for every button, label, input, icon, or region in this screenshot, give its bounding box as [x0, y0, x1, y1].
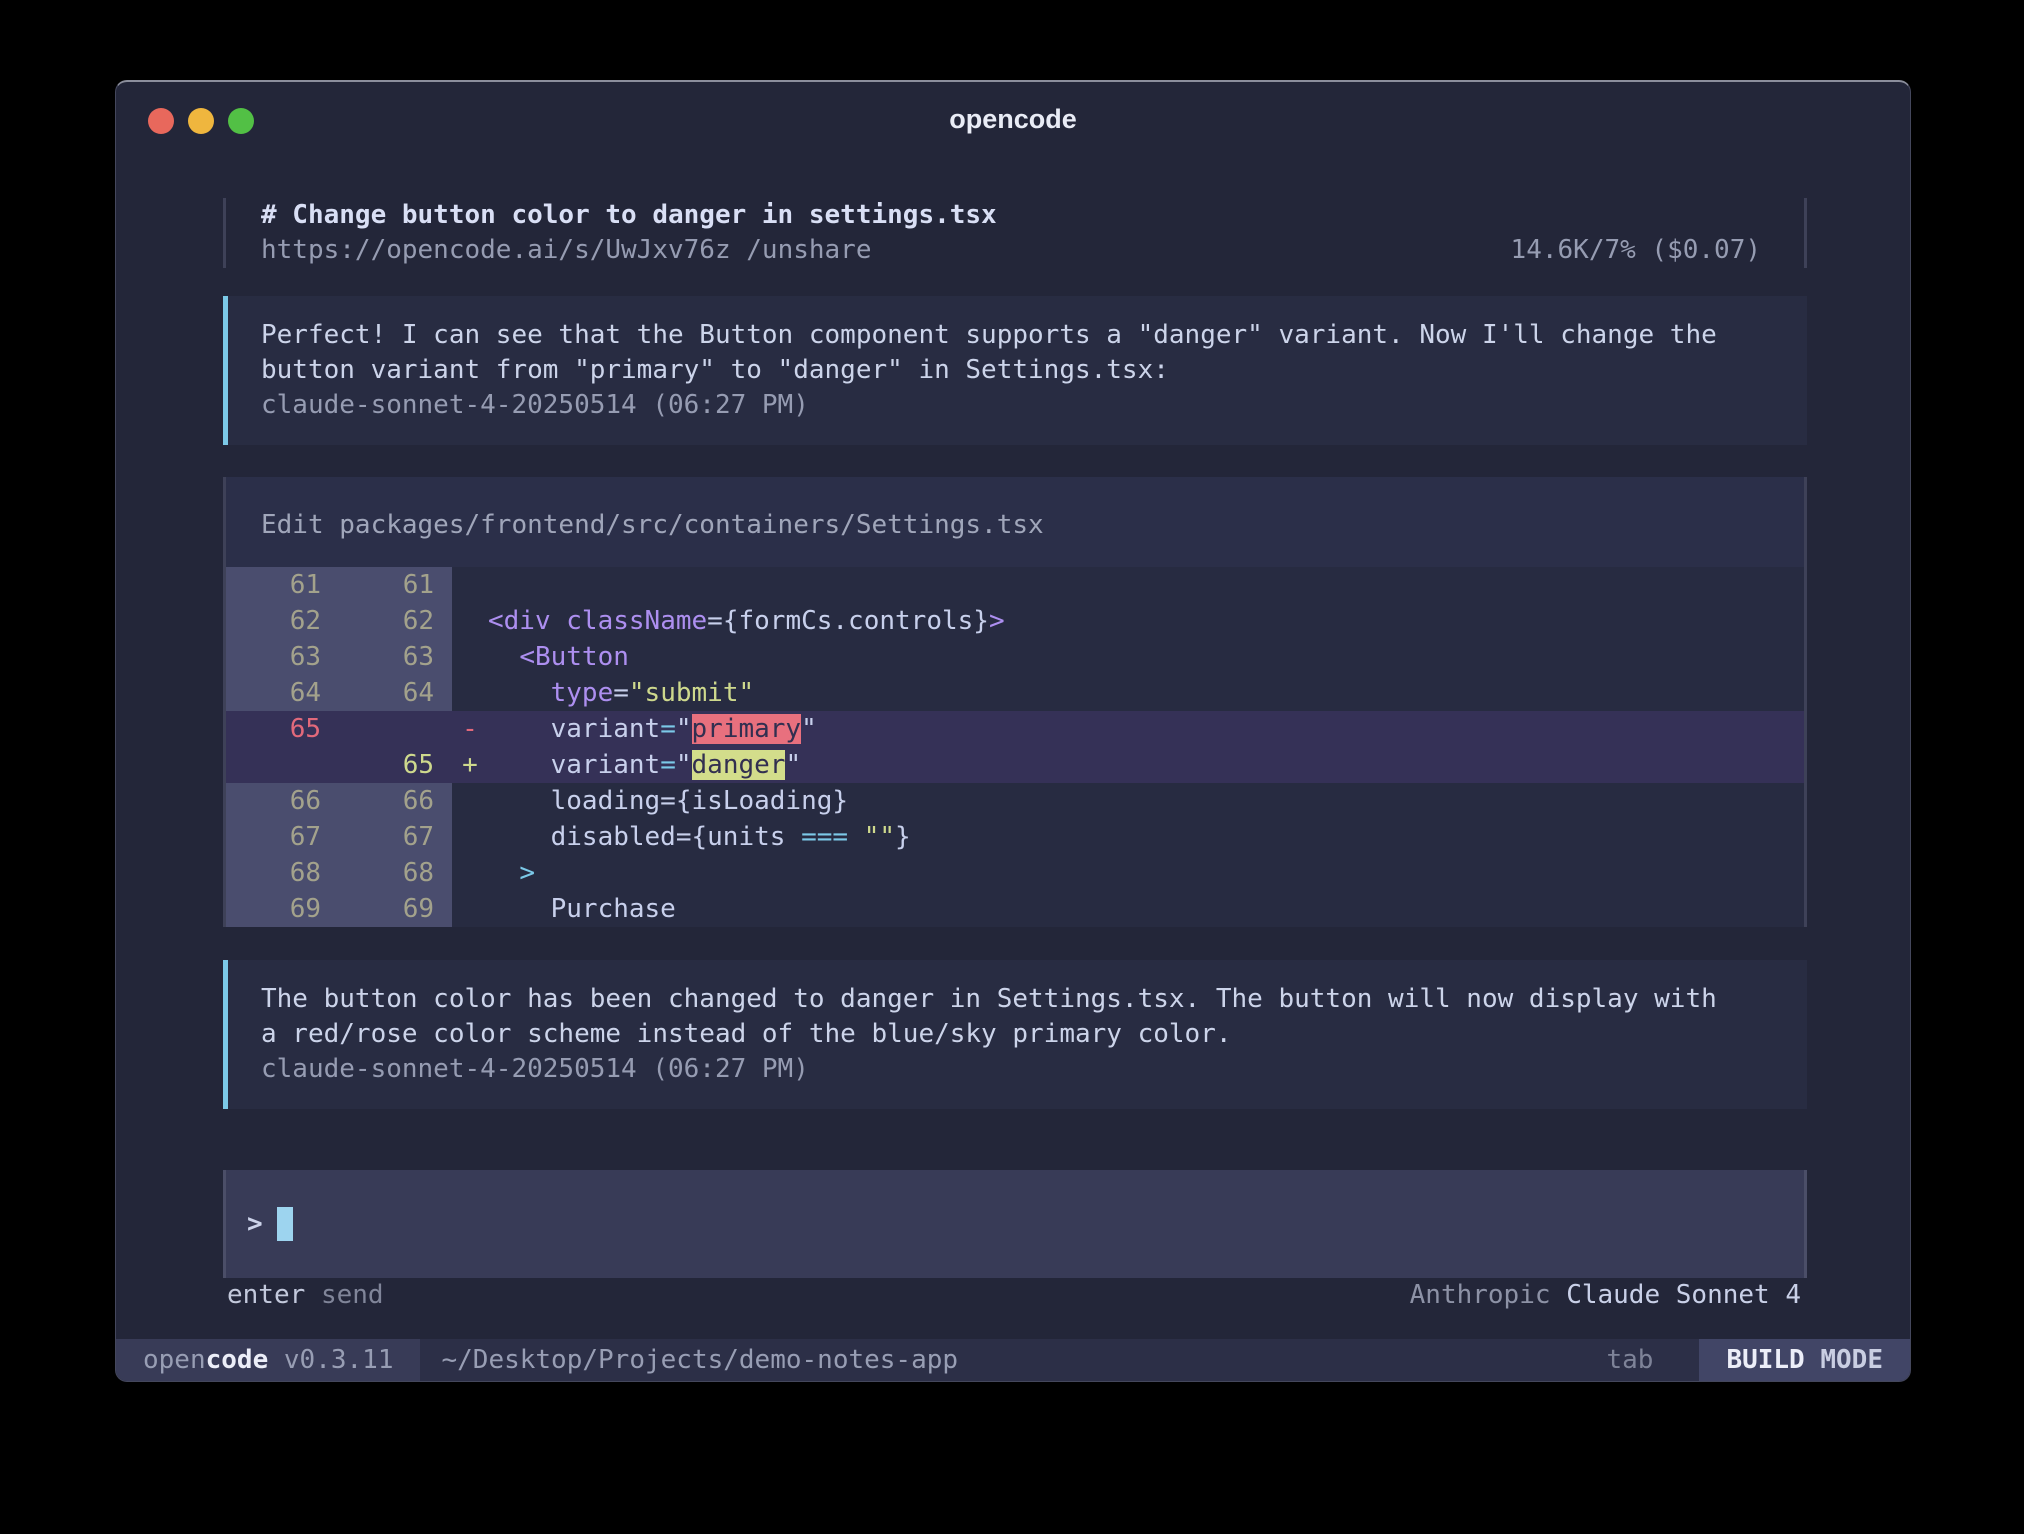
- mode-chip[interactable]: BUILD MODE: [1699, 1339, 1910, 1381]
- diff-row: 65+ variant="danger": [226, 747, 1804, 783]
- diff-row: 6767 disabled={units === ""}: [226, 819, 1804, 855]
- model-timestamp: claude-sonnet-4-20250514 (06:27 PM): [261, 388, 1769, 423]
- app-name-normal: open: [143, 1345, 206, 1375]
- title-bar[interactable]: opencode: [116, 82, 1910, 146]
- session-header: # Change button color to danger in setti…: [223, 198, 1807, 268]
- app-name-bold: code: [206, 1345, 269, 1375]
- status-bar: opencode v0.3.11 ~/Desktop/Projects/demo…: [116, 1339, 1910, 1381]
- diff-view: 61616262<div className={formCs.controls}…: [226, 567, 1804, 927]
- model-name: Claude Sonnet 4: [1566, 1280, 1801, 1310]
- message-line: button variant from "primary" to "danger…: [261, 353, 1769, 388]
- text-cursor: [277, 1207, 293, 1241]
- provider-name: Anthropic: [1410, 1280, 1551, 1310]
- message-line: a red/rose color scheme instead of the b…: [261, 1017, 1769, 1052]
- diff-row: 6969 Purchase: [226, 891, 1804, 927]
- unshare-command: /unshare: [746, 235, 871, 265]
- edit-tool-block: Edit packages/frontend/src/containers/Se…: [223, 477, 1807, 927]
- app-version: v0.3.11: [284, 1345, 394, 1375]
- window-title: opencode: [116, 104, 1910, 135]
- token-usage: 14.6K/7% ($0.07): [1511, 233, 1761, 268]
- message-line: Perfect! I can see that the Button compo…: [261, 318, 1769, 353]
- assistant-message: Perfect! I can see that the Button compo…: [223, 296, 1807, 445]
- model-timestamp: claude-sonnet-4-20250514 (06:27 PM): [261, 1052, 1769, 1087]
- diff-row: 65- variant="primary": [226, 711, 1804, 747]
- diff-row: 6363 <Button: [226, 639, 1804, 675]
- edit-file-path: Edit packages/frontend/src/containers/Se…: [226, 507, 1804, 543]
- diff-row: 6262<div className={formCs.controls}>: [226, 603, 1804, 639]
- session-title: # Change button color to danger in setti…: [261, 198, 1764, 233]
- message-line: The button color has been changed to dan…: [261, 982, 1769, 1017]
- model-indicator[interactable]: Anthropic Claude Sonnet 4: [1410, 1278, 1801, 1313]
- diff-row: 6161: [226, 567, 1804, 603]
- app-window: opencode # Change button color to danger…: [115, 80, 1911, 1382]
- diff-row: 6464 type="submit": [226, 675, 1804, 711]
- share-url: https://opencode.ai/s/UwJxv76z: [261, 235, 731, 265]
- tab-key-hint[interactable]: tab: [1606, 1339, 1653, 1381]
- assistant-message: The button color has been changed to dan…: [223, 960, 1807, 1109]
- working-directory: ~/Desktop/Projects/demo-notes-app: [441, 1339, 958, 1381]
- send-hint: send: [321, 1280, 384, 1310]
- enter-key-hint: enter: [227, 1280, 305, 1310]
- diff-row: 6666 loading={isLoading}: [226, 783, 1804, 819]
- prompt-input[interactable]: >: [223, 1170, 1807, 1278]
- prompt-symbol: >: [247, 1209, 263, 1239]
- mode-rest: MODE: [1820, 1345, 1883, 1375]
- mode-bold: BUILD: [1726, 1345, 1804, 1375]
- diff-row: 6868 >: [226, 855, 1804, 891]
- app-version-chip: opencode v0.3.11: [116, 1339, 420, 1381]
- hint-row: enter send Anthropic Claude Sonnet 4: [227, 1278, 1801, 1313]
